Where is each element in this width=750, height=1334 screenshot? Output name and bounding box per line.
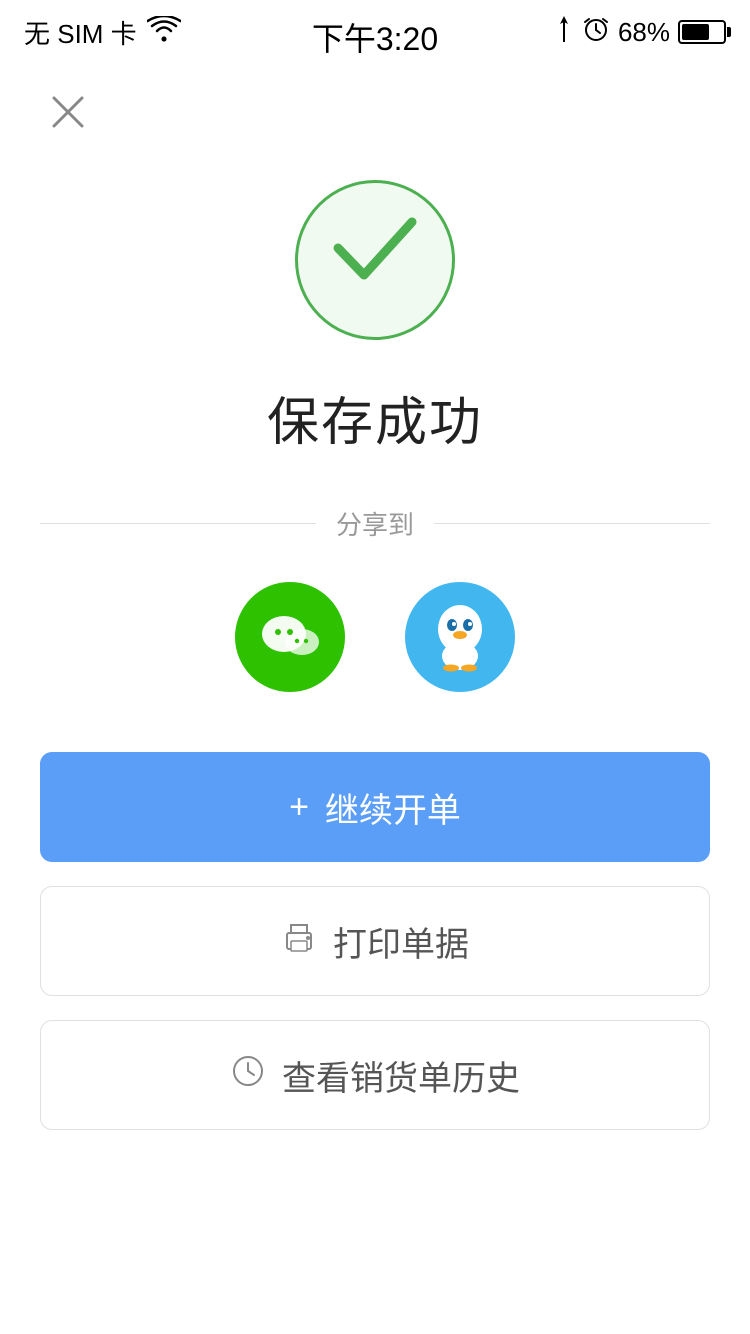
- checkmark-icon: [330, 210, 420, 303]
- divider-line-left: [40, 523, 316, 524]
- share-divider: 分享到: [40, 505, 710, 542]
- carrier-text: 无 SIM 卡: [24, 14, 137, 51]
- print-button[interactable]: 打印单据: [40, 886, 710, 996]
- continue-label: 继续开单: [325, 783, 461, 832]
- wifi-icon: [147, 16, 181, 49]
- close-button[interactable]: [40, 84, 96, 140]
- close-btn-row: [40, 64, 710, 150]
- status-right: 68%: [554, 15, 726, 50]
- print-label: 打印单据: [333, 917, 469, 966]
- battery-icon: [678, 20, 726, 44]
- success-icon-circle: [295, 180, 455, 340]
- print-icon: [281, 919, 317, 964]
- history-icon: [230, 1053, 266, 1098]
- location-icon: [554, 16, 574, 49]
- alarm-icon: [582, 15, 610, 50]
- wechat-share-button[interactable]: [235, 582, 345, 692]
- continue-button[interactable]: + 继续开单: [40, 752, 710, 862]
- share-label: 分享到: [336, 505, 414, 542]
- status-bar: 无 SIM 卡 下午3:20 68%: [0, 0, 750, 64]
- continue-icon: +: [289, 788, 309, 827]
- time-display: 下午3:20: [312, 14, 438, 60]
- success-title: 保存成功: [267, 380, 483, 455]
- battery-percent: 68%: [618, 17, 670, 48]
- history-label: 查看销货单历史: [282, 1051, 520, 1100]
- divider-line-right: [434, 523, 710, 524]
- share-icons-row: [235, 582, 515, 692]
- qq-share-button[interactable]: [405, 582, 515, 692]
- status-left: 无 SIM 卡: [24, 14, 181, 51]
- action-buttons: + 继续开单 打印单据 查看销货单历史: [40, 752, 710, 1130]
- main-content: 保存成功 分享到: [0, 64, 750, 1130]
- history-button[interactable]: 查看销货单历史: [40, 1020, 710, 1130]
